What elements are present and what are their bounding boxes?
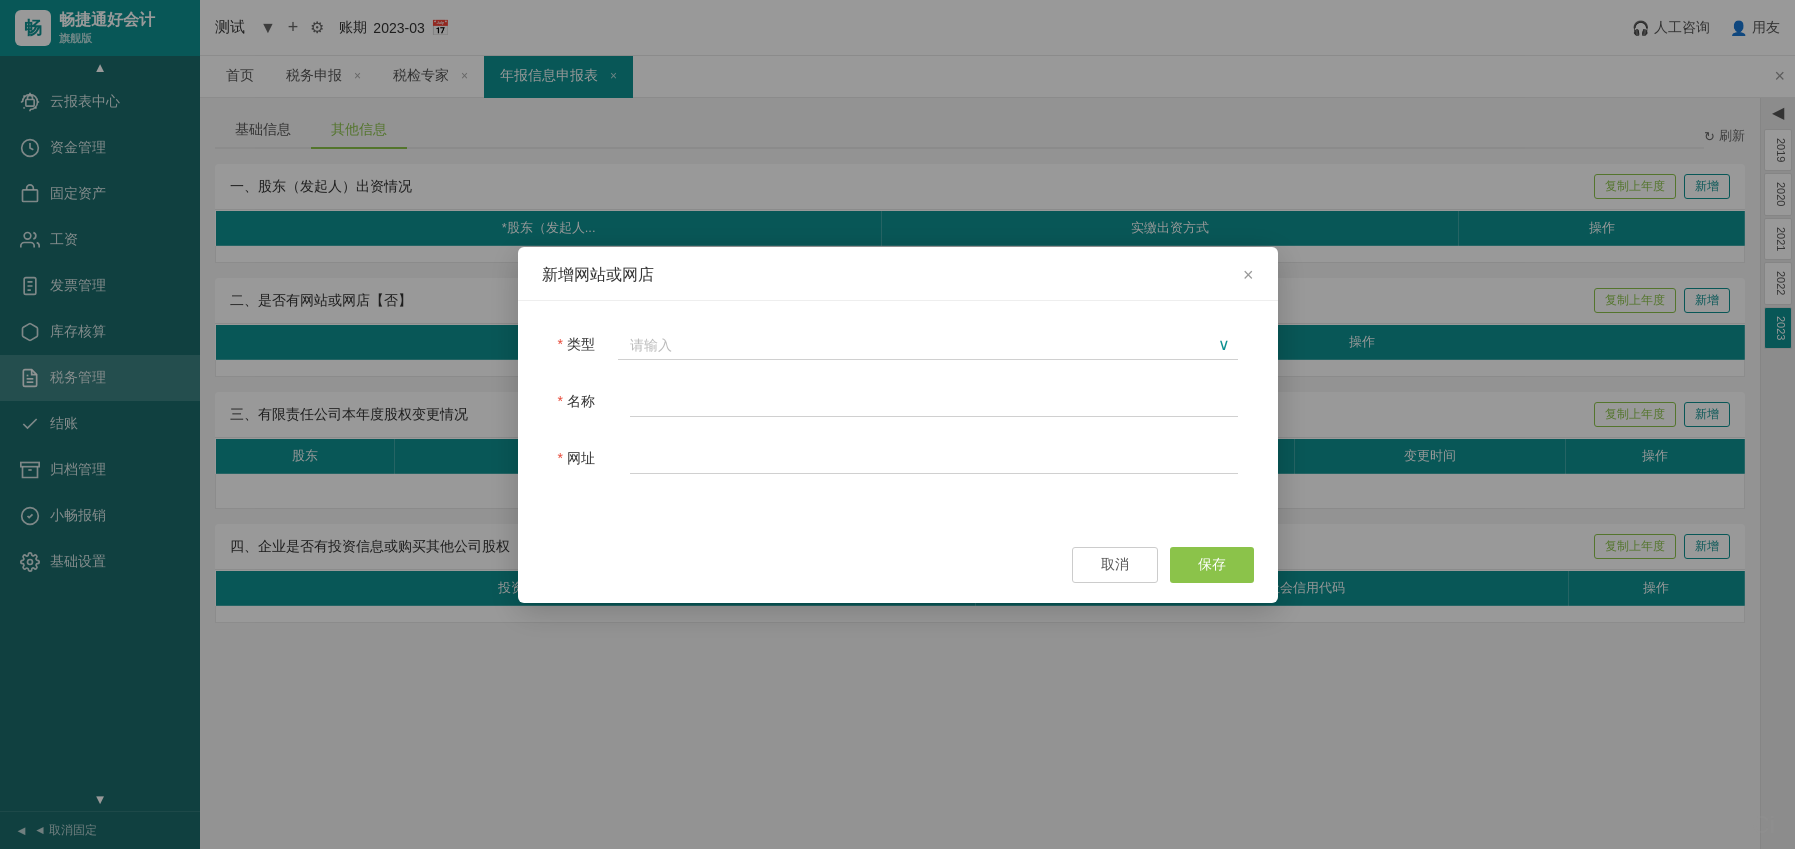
- form-label-type: * 类型: [558, 336, 618, 354]
- form-label-url: * 网址: [558, 450, 618, 468]
- required-star-type: *: [558, 336, 563, 352]
- modal-add-website: 新增网站或网店 × * 类型 ∨ * 名称: [518, 247, 1278, 603]
- type-input[interactable]: [618, 331, 1238, 359]
- required-star-url: *: [558, 450, 563, 466]
- name-input[interactable]: [630, 388, 1238, 417]
- modal-close-btn[interactable]: ×: [1243, 266, 1254, 284]
- modal-footer: 取消 保存: [518, 532, 1278, 603]
- cancel-btn[interactable]: 取消: [1072, 547, 1158, 583]
- url-input[interactable]: [630, 445, 1238, 474]
- dropdown-arrow-icon: ∨: [1218, 335, 1230, 354]
- modal-body: * 类型 ∨ * 名称 * 网址: [518, 301, 1278, 532]
- form-row-name: * 名称: [558, 388, 1238, 417]
- save-btn[interactable]: 保存: [1170, 547, 1254, 583]
- form-row-type: * 类型 ∨: [558, 331, 1238, 360]
- modal-title: 新增网站或网店: [542, 265, 654, 286]
- modal-overlay: 新增网站或网店 × * 类型 ∨ * 名称: [0, 0, 1795, 849]
- form-label-name: * 名称: [558, 393, 618, 411]
- modal-header: 新增网站或网店 ×: [518, 247, 1278, 301]
- required-star-name: *: [558, 393, 563, 409]
- form-row-url: * 网址: [558, 445, 1238, 474]
- type-select-wrapper: ∨: [618, 331, 1238, 360]
